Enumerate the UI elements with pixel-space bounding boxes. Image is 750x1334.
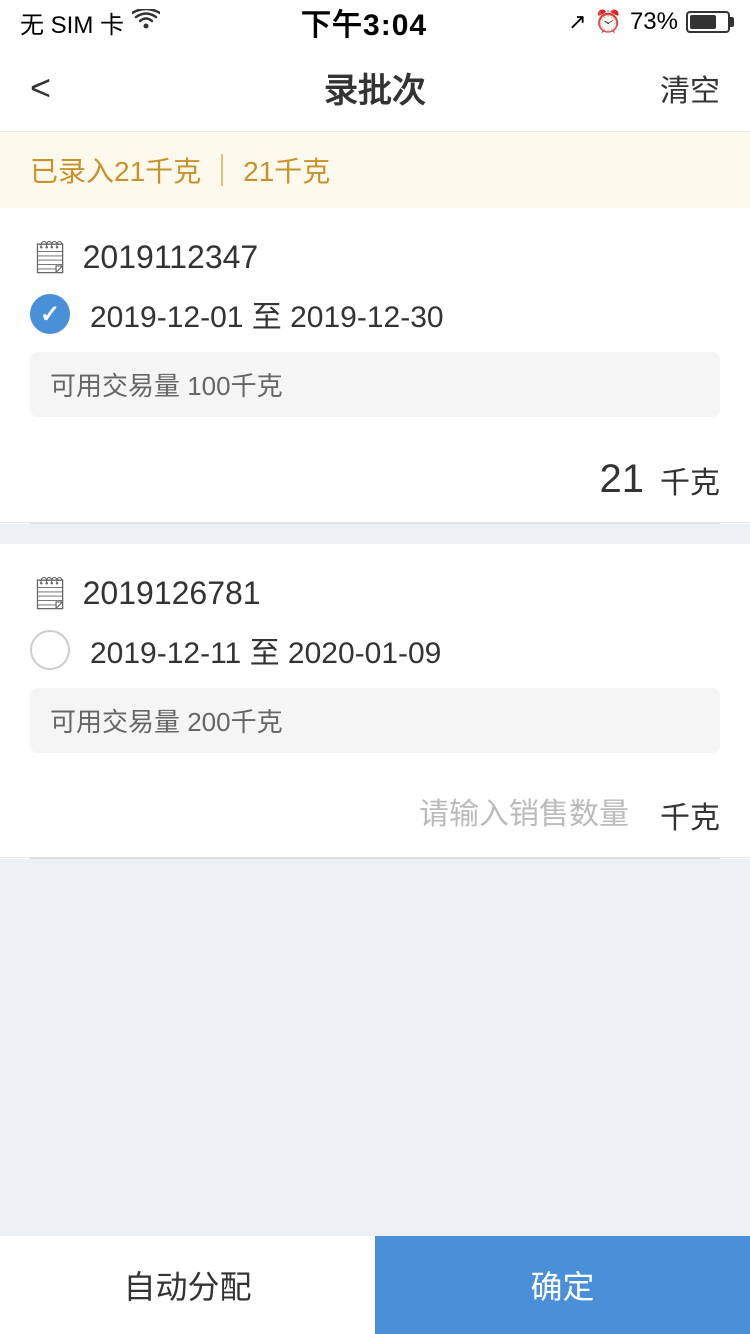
info-amount: 21千克 <box>243 150 330 190</box>
auto-distribute-button[interactable]: 自动分配 <box>0 1236 375 1334</box>
radio-1[interactable] <box>30 294 70 334</box>
status-bar: 无 SIM 卡 下午3:04 ↗ ⏰ 73% <box>0 0 750 44</box>
batch-id-2: 2019126781 <box>83 575 261 612</box>
section-divider <box>0 524 750 544</box>
quantity-input-2[interactable] <box>30 798 644 832</box>
batch-available-1: 可用交易量 100千克 <box>30 352 720 417</box>
quantity-unit-1: 千克 <box>660 458 720 502</box>
batch-header-1: 🗒 2019112347 <box>30 238 720 276</box>
info-divider <box>221 154 223 186</box>
back-button[interactable]: < <box>30 67 90 109</box>
status-right: ↗ ⏰ 73% <box>568 8 730 36</box>
location-icon: ↗ <box>568 9 586 35</box>
doc-icon-2: 🗒 <box>30 574 71 612</box>
batch-row-2: 2019-12-11 至 2020-01-09 <box>30 628 720 672</box>
batch-section-1: 🗒 2019112347 2019-12-01 至 2019-12-30 可用交… <box>0 208 750 524</box>
batch-date-1: 2019-12-01 至 2019-12-30 <box>90 292 444 336</box>
alarm-icon: ⏰ <box>595 9 622 35</box>
batch-item-1: 🗒 2019112347 2019-12-01 至 2019-12-30 可用交… <box>0 208 750 417</box>
quantity-unit-2: 千克 <box>660 793 720 837</box>
batch-header-2: 🗒 2019126781 <box>30 574 720 612</box>
quantity-row-1: 21 千克 <box>0 437 750 523</box>
bottom-area <box>0 859 750 1279</box>
footer: 自动分配 确定 <box>0 1236 750 1334</box>
page-title: 录批次 <box>324 63 426 112</box>
batch-section-2: 🗒 2019126781 2019-12-11 至 2020-01-09 可用交… <box>0 544 750 859</box>
battery-percent: 73% <box>630 8 678 36</box>
sim-label: 无 SIM 卡 <box>20 5 124 40</box>
batch-date-2: 2019-12-11 至 2020-01-09 <box>90 628 441 672</box>
status-time: 下午3:04 <box>301 0 427 44</box>
radio-2[interactable] <box>30 630 70 670</box>
info-bar: 已录入21千克 21千克 <box>0 132 750 208</box>
battery-icon <box>686 11 730 33</box>
status-left: 无 SIM 卡 <box>20 5 160 40</box>
recorded-label: 已录入21千克 <box>30 150 201 190</box>
quantity-input-row-2: 千克 <box>0 773 750 858</box>
batch-item-2: 🗒 2019126781 2019-12-11 至 2020-01-09 可用交… <box>0 544 750 753</box>
clear-button[interactable]: 清空 <box>660 66 720 110</box>
batch-available-2: 可用交易量 200千克 <box>30 688 720 753</box>
batch-row-1: 2019-12-01 至 2019-12-30 <box>30 292 720 336</box>
confirm-button[interactable]: 确定 <box>375 1236 750 1334</box>
quantity-value-1: 21 <box>600 457 645 502</box>
batch-id-1: 2019112347 <box>83 239 259 276</box>
doc-icon-1: 🗒 <box>30 238 71 276</box>
nav-bar: < 录批次 清空 <box>0 44 750 132</box>
wifi-icon <box>132 8 160 36</box>
